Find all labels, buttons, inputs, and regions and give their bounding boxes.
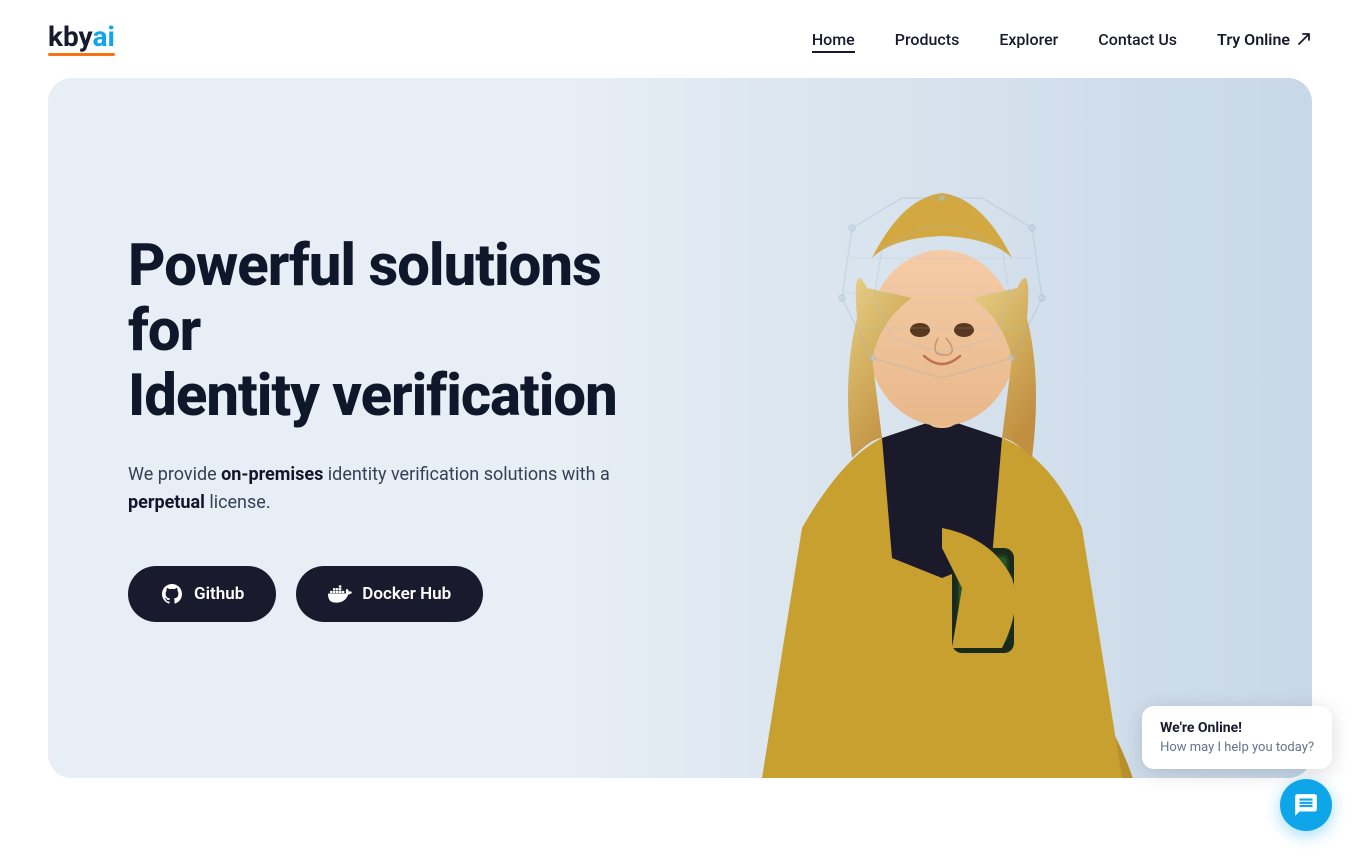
- nav-links: Home Products Explorer Contact Us Try On…: [812, 30, 1312, 49]
- nav-item-products[interactable]: Products: [895, 30, 960, 49]
- hero-section: Powerful solutions for Identity verifica…: [48, 78, 1312, 778]
- chat-icon: [1293, 792, 1319, 818]
- github-button[interactable]: Github: [128, 566, 276, 622]
- nav-link-explorer[interactable]: Explorer: [999, 30, 1058, 49]
- nav-link-products[interactable]: Products: [895, 30, 960, 49]
- logo-underline: [48, 53, 115, 56]
- chat-button[interactable]: [1280, 779, 1332, 831]
- github-icon: [160, 582, 184, 606]
- nav-item-try-online[interactable]: Try Online: [1217, 30, 1312, 49]
- chat-subtitle: How may I help you today?: [1160, 740, 1314, 755]
- hero-title: Powerful solutions for Identity verifica…: [128, 234, 648, 429]
- chat-bubble: We're Online! How may I help you today?: [1142, 706, 1332, 769]
- logo-ai: ai: [92, 20, 114, 53]
- navbar: kbyai Home Products Explorer Contact Us …: [0, 0, 1360, 78]
- nav-link-contact[interactable]: Contact Us: [1098, 30, 1177, 49]
- docker-button[interactable]: Docker Hub: [296, 566, 483, 622]
- logo-kby: kby: [48, 20, 92, 53]
- nav-item-explorer[interactable]: Explorer: [999, 30, 1058, 49]
- hero-buttons: Github Docker Hub: [128, 566, 648, 622]
- external-link-icon: [1296, 31, 1312, 47]
- chat-status: We're Online!: [1160, 720, 1314, 736]
- hero-content: Powerful solutions for Identity verifica…: [48, 154, 728, 702]
- nav-link-try-online[interactable]: Try Online: [1217, 30, 1312, 49]
- nav-item-contact[interactable]: Contact Us: [1098, 30, 1177, 49]
- nav-link-home[interactable]: Home: [812, 30, 855, 53]
- hero-description: We provide on-premises identity verifica…: [128, 461, 648, 519]
- nav-item-home[interactable]: Home: [812, 30, 855, 49]
- chat-widget: We're Online! How may I help you today?: [1142, 706, 1332, 831]
- docker-icon: [328, 582, 352, 606]
- logo[interactable]: kbyai: [48, 23, 115, 56]
